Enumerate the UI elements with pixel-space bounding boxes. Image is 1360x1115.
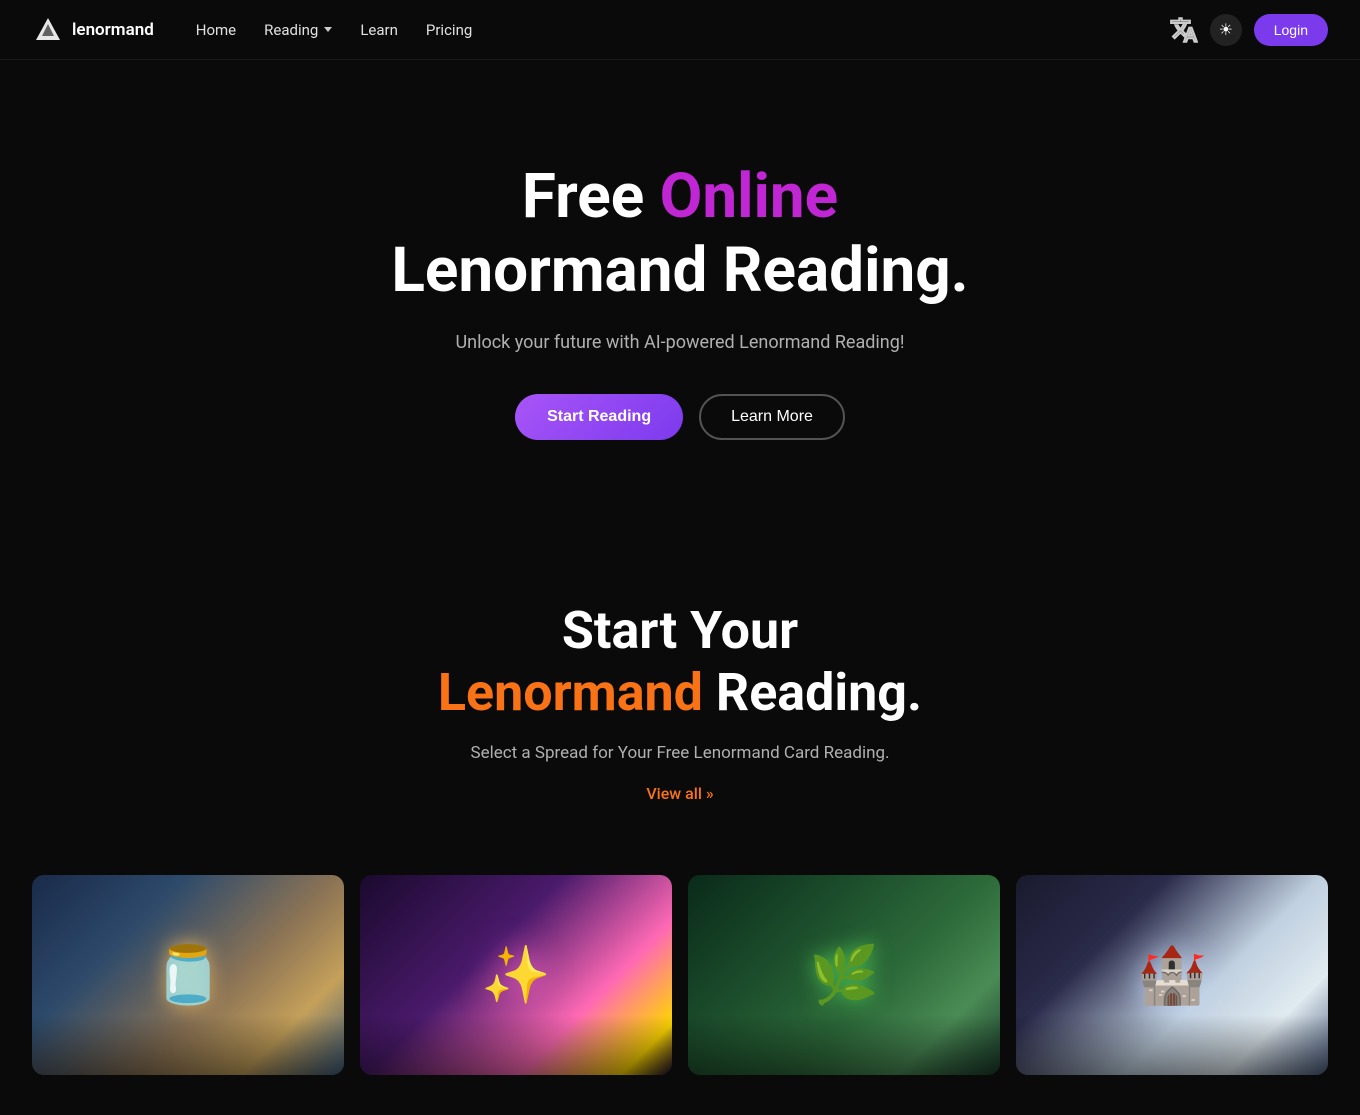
- theme-toggle-button[interactable]: ☀: [1210, 14, 1242, 46]
- nav-left: lenormand Home Reading Learn Pricing: [32, 14, 482, 46]
- learn-more-button[interactable]: Learn More: [699, 394, 845, 440]
- nav-pricing[interactable]: Pricing: [416, 15, 482, 45]
- view-all-link[interactable]: View all »: [646, 784, 713, 803]
- section-title-prefix: Start Your: [562, 600, 798, 661]
- start-reading-button[interactable]: Start Reading: [515, 394, 683, 440]
- hero-section: Free Online Lenormand Reading. Unlock yo…: [0, 60, 1360, 520]
- hero-subtitle: Unlock your future with AI-powered Lenor…: [32, 329, 1328, 358]
- nav-right: ☀ Login: [1170, 14, 1328, 46]
- navbar: lenormand Home Reading Learn Pricing ☀ L…: [0, 0, 1360, 60]
- sun-icon: ☀: [1219, 20, 1233, 40]
- card-gradient-1: [32, 1015, 344, 1075]
- card-gradient-3: [688, 1015, 1000, 1075]
- spread-card-3[interactable]: 🌿: [688, 875, 1000, 1075]
- nav-learn[interactable]: Learn: [350, 15, 408, 45]
- hero-title: Free Online Lenormand Reading.: [32, 160, 1328, 309]
- nav-home[interactable]: Home: [186, 15, 246, 45]
- logo[interactable]: lenormand: [32, 14, 154, 46]
- reading-section: Start Your Lenormand Reading. Select a S…: [0, 520, 1360, 843]
- spread-card-1[interactable]: 🫙: [32, 875, 344, 1075]
- section-subtitle: Select a Spread for Your Free Lenormand …: [32, 740, 1328, 767]
- section-title-accent: Lenormand: [438, 662, 703, 723]
- hero-buttons: Start Reading Learn More: [32, 394, 1328, 440]
- reading-chevron-icon: [324, 27, 332, 32]
- section-title: Start Your Lenormand Reading.: [32, 600, 1328, 725]
- spread-card-4[interactable]: 🏰: [1016, 875, 1328, 1075]
- translate-icon[interactable]: [1170, 16, 1198, 44]
- hero-title-suffix: Lenormand Reading.: [391, 234, 968, 307]
- hero-title-prefix: Free: [522, 160, 660, 233]
- section-title-suffix: Reading.: [716, 662, 922, 723]
- hero-title-accent: Online: [660, 160, 839, 233]
- brand-name: lenormand: [72, 20, 154, 40]
- nav-links: Home Reading Learn Pricing: [186, 15, 483, 45]
- card-gradient-4: [1016, 1015, 1328, 1075]
- card-gradient-2: [360, 1015, 672, 1075]
- spread-card-grid: 🫙 ✨ 🌿 🏰: [0, 843, 1360, 1115]
- nav-reading[interactable]: Reading: [254, 15, 342, 45]
- login-button[interactable]: Login: [1254, 14, 1328, 46]
- spread-card-2[interactable]: ✨: [360, 875, 672, 1075]
